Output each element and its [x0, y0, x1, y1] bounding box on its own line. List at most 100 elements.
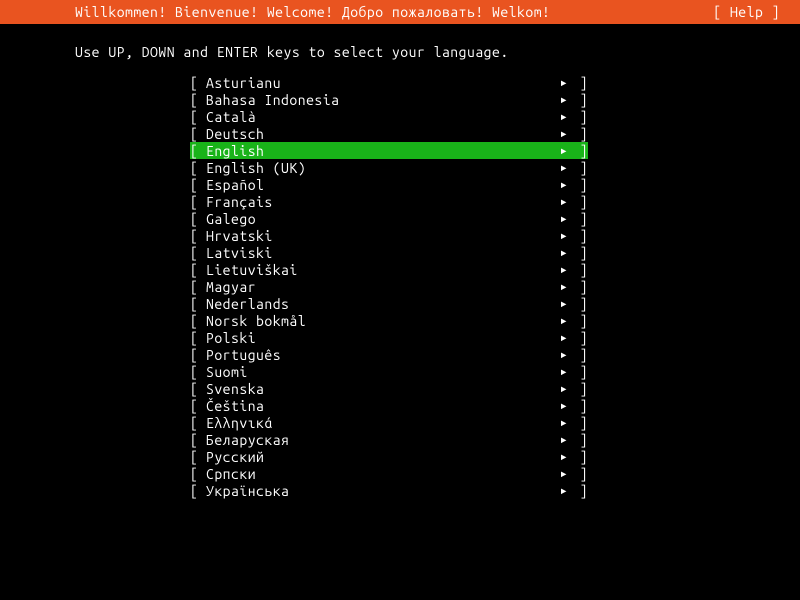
bracket-open: [	[190, 415, 206, 431]
language-label: Русский	[206, 449, 556, 465]
bracket-open: [	[190, 262, 206, 278]
language-option[interactable]: [Беларуская▸]	[190, 431, 588, 448]
language-label: Hrvatski	[206, 228, 556, 244]
arrow-right-icon: ▸	[556, 261, 572, 278]
bracket-open: [	[190, 92, 206, 108]
language-option[interactable]: [Galego▸]	[190, 210, 588, 227]
bracket-open: [	[190, 296, 206, 312]
language-option[interactable]: [English (UK)▸]	[190, 159, 588, 176]
language-label: Ελληνικά	[206, 415, 556, 431]
bracket-open: [	[190, 483, 206, 499]
language-option[interactable]: [Français▸]	[190, 193, 588, 210]
language-option[interactable]: [Latviski▸]	[190, 244, 588, 261]
arrow-right-icon: ▸	[556, 210, 572, 227]
header-bar: Willkommen! Bienvenue! Welcome! Добро по…	[0, 0, 800, 24]
language-option[interactable]: [Suomi▸]	[190, 363, 588, 380]
bracket-close: ]	[572, 75, 588, 91]
language-label: Lietuviškai	[206, 262, 556, 278]
arrow-right-icon: ▸	[556, 295, 572, 312]
arrow-right-icon: ▸	[556, 482, 572, 499]
bracket-close: ]	[572, 398, 588, 414]
arrow-right-icon: ▸	[556, 91, 572, 108]
language-option[interactable]: [Português▸]	[190, 346, 588, 363]
bracket-close: ]	[572, 109, 588, 125]
arrow-right-icon: ▸	[556, 329, 572, 346]
language-list: [Asturianu▸][Bahasa Indonesia▸][Català▸]…	[0, 70, 800, 499]
bracket-open: [	[190, 449, 206, 465]
bracket-open: [	[190, 279, 206, 295]
language-option[interactable]: [Српски▸]	[190, 465, 588, 482]
bracket-close: ]	[572, 143, 588, 159]
bracket-close: ]	[572, 449, 588, 465]
bracket-close: ]	[572, 177, 588, 193]
language-label: Suomi	[206, 364, 556, 380]
bracket-open: [	[190, 211, 206, 227]
language-label: Беларуская	[206, 432, 556, 448]
bracket-open: [	[190, 245, 206, 261]
bracket-close: ]	[572, 415, 588, 431]
language-label: Deutsch	[206, 126, 556, 142]
language-label: Magyar	[206, 279, 556, 295]
language-option[interactable]: [Ελληνικά▸]	[190, 414, 588, 431]
arrow-right-icon: ▸	[556, 414, 572, 431]
bracket-close: ]	[572, 432, 588, 448]
language-option[interactable]: [Hrvatski▸]	[190, 227, 588, 244]
language-label: Українська	[206, 483, 556, 499]
language-label: Français	[206, 194, 556, 210]
arrow-right-icon: ▸	[556, 346, 572, 363]
language-option[interactable]: [Čeština▸]	[190, 397, 588, 414]
language-option[interactable]: [Nederlands▸]	[190, 295, 588, 312]
language-label: Norsk bokmål	[206, 313, 556, 329]
arrow-right-icon: ▸	[556, 108, 572, 125]
language-option[interactable]: [Deutsch▸]	[190, 125, 588, 142]
language-option[interactable]: [Українська▸]	[190, 482, 588, 499]
language-option[interactable]: [Русский▸]	[190, 448, 588, 465]
bracket-close: ]	[572, 330, 588, 346]
bracket-open: [	[190, 330, 206, 346]
language-option[interactable]: [Bahasa Indonesia▸]	[190, 91, 588, 108]
language-option[interactable]: [Español▸]	[190, 176, 588, 193]
arrow-right-icon: ▸	[556, 380, 572, 397]
arrow-right-icon: ▸	[556, 448, 572, 465]
arrow-right-icon: ▸	[556, 74, 572, 91]
instruction-text: Use UP, DOWN and ENTER keys to select yo…	[0, 24, 800, 70]
language-option[interactable]: [Svenska▸]	[190, 380, 588, 397]
arrow-right-icon: ▸	[556, 142, 572, 159]
bracket-close: ]	[572, 313, 588, 329]
bracket-open: [	[190, 177, 206, 193]
arrow-right-icon: ▸	[556, 193, 572, 210]
help-button[interactable]: [ Help ]	[713, 4, 780, 20]
language-option[interactable]: [Norsk bokmål▸]	[190, 312, 588, 329]
language-label: Čeština	[206, 398, 556, 414]
language-label: Српски	[206, 466, 556, 482]
header-title: Willkommen! Bienvenue! Welcome! Добро по…	[75, 4, 550, 20]
bracket-open: [	[190, 194, 206, 210]
bracket-close: ]	[572, 245, 588, 261]
language-label: Galego	[206, 211, 556, 227]
bracket-close: ]	[572, 466, 588, 482]
language-label: Asturianu	[206, 75, 556, 91]
language-label: English	[206, 143, 556, 159]
bracket-open: [	[190, 313, 206, 329]
bracket-close: ]	[572, 279, 588, 295]
bracket-open: [	[190, 75, 206, 91]
bracket-close: ]	[572, 211, 588, 227]
arrow-right-icon: ▸	[556, 227, 572, 244]
bracket-close: ]	[572, 296, 588, 312]
language-option[interactable]: [English▸]	[190, 142, 588, 159]
bracket-open: [	[190, 143, 206, 159]
language-option[interactable]: [Asturianu▸]	[190, 74, 588, 91]
bracket-open: [	[190, 228, 206, 244]
language-option[interactable]: [Polski▸]	[190, 329, 588, 346]
language-label: Nederlands	[206, 296, 556, 312]
language-option[interactable]: [Català▸]	[190, 108, 588, 125]
arrow-right-icon: ▸	[556, 159, 572, 176]
bracket-close: ]	[572, 483, 588, 499]
bracket-close: ]	[572, 92, 588, 108]
bracket-close: ]	[572, 364, 588, 380]
bracket-open: [	[190, 109, 206, 125]
bracket-open: [	[190, 432, 206, 448]
arrow-right-icon: ▸	[556, 176, 572, 193]
language-option[interactable]: [Magyar▸]	[190, 278, 588, 295]
language-option[interactable]: [Lietuviškai▸]	[190, 261, 588, 278]
